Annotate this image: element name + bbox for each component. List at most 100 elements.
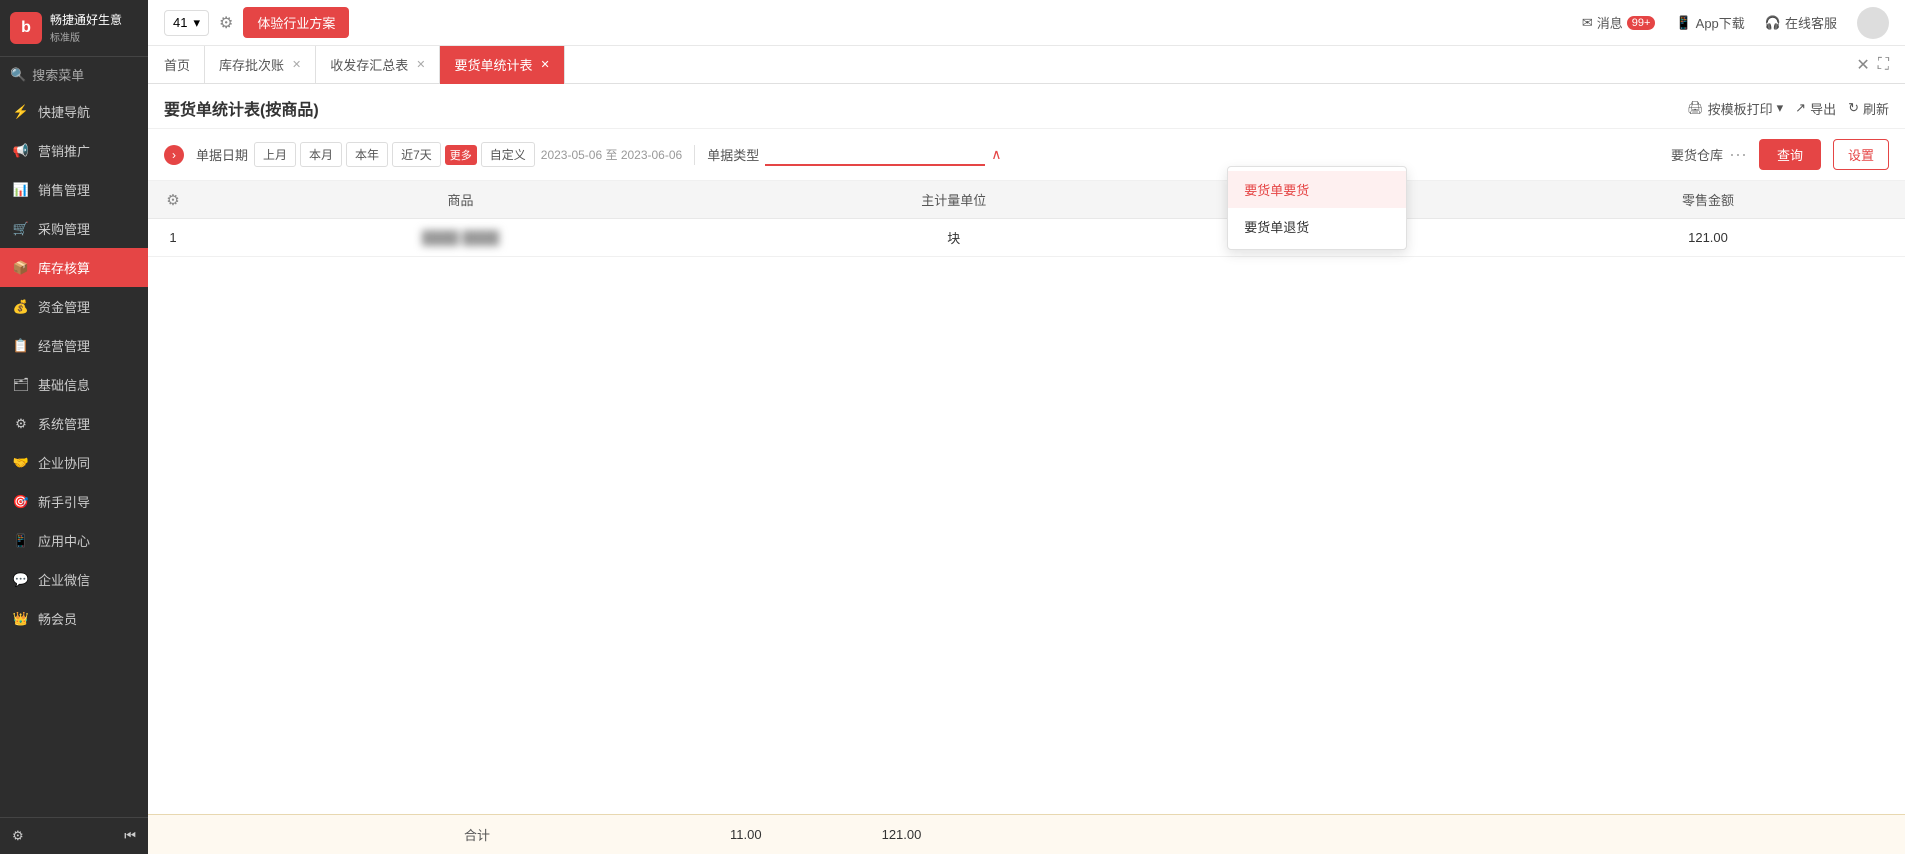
messages-item[interactable]: ✉ 消息 99+ <box>1582 13 1656 32</box>
sidebar-item-basic[interactable]: 🗂 基础信息 <box>0 365 148 404</box>
export-btn[interactable]: ↗ 导出 <box>1795 99 1836 118</box>
tab-order-stats-close[interactable]: ✕ <box>541 58 550 71</box>
print-label: 按模板打印 <box>1708 99 1773 118</box>
sidebar-item-purchase[interactable]: 🛒 采购管理 <box>0 209 148 248</box>
refresh-btn[interactable]: ↻ 刷新 <box>1848 99 1889 118</box>
sidebar-item-apps[interactable]: 📱 应用中心 <box>0 521 148 560</box>
warehouse-more-icon[interactable]: ··· <box>1729 144 1747 165</box>
wechat-icon: 💬 <box>12 572 30 588</box>
this-year-btn[interactable]: 本年 <box>346 142 388 167</box>
topbar-left: 41 ▾ ⚙ 体验行业方案 <box>164 7 349 38</box>
sidebar-search[interactable]: 🔍 搜索菜单 <box>0 57 148 92</box>
type-dropdown-icon[interactable]: ∧ <box>991 146 1001 163</box>
footer-amount: 121.00 <box>822 827 982 842</box>
avatar[interactable] <box>1857 7 1889 39</box>
print-btn[interactable]: 🖨 按模板打印 ▾ <box>1687 99 1783 118</box>
page-title: 要货单统计表(按商品) <box>164 96 319 120</box>
online-service-item[interactable]: 🎧 在线客服 <box>1765 13 1837 32</box>
export-icon: ↗ <box>1795 100 1806 116</box>
date-filter-group: 单据日期 上月 本月 本年 近7天 更多 自定义 2023-05-06 至 20… <box>196 142 682 167</box>
sidebar-item-label: 经营管理 <box>38 336 90 355</box>
sidebar-item-label: 应用中心 <box>38 531 90 550</box>
messages-badge: 99+ <box>1627 16 1656 30</box>
messages-label: 消息 <box>1597 13 1623 32</box>
tab-home[interactable]: 首页 <box>164 46 205 84</box>
sidebar-item-inventory[interactable]: 📦 库存核算 <box>0 248 148 287</box>
custom-date-btn[interactable]: 自定义 <box>481 142 535 167</box>
sidebar-item-marketing[interactable]: 📢 营销推广 <box>0 131 148 170</box>
warehouse-filter-label: 要货仓库 <box>1671 145 1723 164</box>
apps-icon: 📱 <box>12 533 30 549</box>
type-filter-label: 单据类型 <box>707 145 759 164</box>
tab-inventory-batch-label: 库存批次账 <box>219 55 284 74</box>
footer-total-label: 合计 <box>404 825 550 844</box>
sidebar-item-guide[interactable]: 🎯 新手引导 <box>0 482 148 521</box>
sidebar-item-quick-nav[interactable]: ⚡ 快捷导航 <box>0 92 148 131</box>
date-range-text: 2023-05-06 至 2023-06-06 <box>541 146 682 163</box>
basic-icon: 🗂 <box>12 377 30 393</box>
dropdown-item-require-order[interactable]: 要货单要货 <box>1228 171 1406 208</box>
headset-icon: 🎧 <box>1765 15 1781 31</box>
query-btn[interactable]: 查询 <box>1759 139 1821 170</box>
sidebar-settings-icon[interactable]: ⚙ <box>12 828 24 844</box>
td-amount: 121.00 <box>1511 219 1905 257</box>
purchase-icon: 🛒 <box>12 221 30 237</box>
content: 要货单统计表(按商品) 🖨 按模板打印 ▾ ↗ 导出 ↻ 刷新 <box>148 84 1905 854</box>
sidebar-item-label: 资金管理 <box>38 297 90 316</box>
sidebar-item-operations[interactable]: 📋 经营管理 <box>0 326 148 365</box>
sidebar-item-sales[interactable]: 📊 销售管理 <box>0 170 148 209</box>
sidebar-collapse-icon[interactable]: ⏮ <box>124 828 136 844</box>
last-month-btn[interactable]: 上月 <box>254 142 296 167</box>
sidebar-item-system[interactable]: ⚙ 系统管理 <box>0 404 148 443</box>
page-actions: 🖨 按模板打印 ▾ ↗ 导出 ↻ 刷新 <box>1687 99 1889 118</box>
store-selector[interactable]: 41 ▾ <box>164 10 209 36</box>
filter-settings-btn[interactable]: 设置 <box>1833 139 1889 170</box>
tab-inventory-batch-close[interactable]: ✕ <box>292 58 301 71</box>
message-icon: ✉ <box>1582 15 1593 31</box>
table-container: ⚙ 商品 主计量单位 主数量 零售金额 1 ████ ████ <box>148 181 1905 814</box>
tab-receive-summary-close[interactable]: ✕ <box>416 58 425 71</box>
tabs-close-all-icon[interactable]: ✕ <box>1856 55 1869 75</box>
refresh-icon: ↻ <box>1848 100 1859 116</box>
sidebar-item-label: 营销推广 <box>38 141 90 160</box>
this-month-btn[interactable]: 本月 <box>300 142 342 167</box>
tabbar-actions: ✕ ⛶ <box>1856 55 1889 75</box>
tab-receive-summary[interactable]: 收发存汇总表 ✕ <box>316 46 440 84</box>
enterprise-icon: 🤝 <box>12 455 30 471</box>
type-filter-input[interactable] <box>765 143 985 166</box>
sales-icon: 📊 <box>12 182 30 198</box>
phone-icon: 📱 <box>1675 15 1691 31</box>
more-date-badge[interactable]: 更多 <box>445 145 477 165</box>
tab-inventory-batch[interactable]: 库存批次账 ✕ <box>205 46 316 84</box>
th-product: 商品 <box>198 181 723 219</box>
last-7days-btn[interactable]: 近7天 <box>392 142 441 167</box>
sidebar-item-enterprise[interactable]: 🤝 企业协同 <box>0 443 148 482</box>
main-area: 41 ▾ ⚙ 体验行业方案 ✉ 消息 99+ 📱 App下载 🎧 在线客服 <box>148 0 1905 854</box>
sidebar-item-vip[interactable]: 👑 畅会员 <box>0 599 148 638</box>
export-label: 导出 <box>1810 99 1836 118</box>
type-filter-group: 单据类型 ∧ 要货单要货 要货单退货 <box>707 143 1659 166</box>
sidebar-item-wechat[interactable]: 💬 企业微信 <box>0 560 148 599</box>
trial-btn[interactable]: 体验行业方案 <box>243 7 349 38</box>
table-header-row: ⚙ 商品 主计量单位 主数量 零售金额 <box>148 181 1905 219</box>
dropdown-item-require-return[interactable]: 要货单退货 <box>1228 208 1406 245</box>
vip-icon: 👑 <box>12 611 30 627</box>
app-download-item[interactable]: 📱 App下载 <box>1675 13 1744 32</box>
tab-order-stats[interactable]: 要货单统计表 ✕ <box>440 46 564 84</box>
tabs-expand-icon[interactable]: ⛶ <box>1878 56 1889 74</box>
sidebar-item-finance[interactable]: 💰 资金管理 <box>0 287 148 326</box>
table-row: 1 ████ ████ 块 11.00 121.00 <box>148 219 1905 257</box>
operations-icon: 📋 <box>12 338 30 354</box>
logo-sub: 标准版 <box>50 29 122 44</box>
marketing-icon: 📢 <box>12 143 30 159</box>
sidebar-bottom: ⚙ ⏮ <box>0 817 148 854</box>
td-index: 1 <box>148 219 198 257</box>
filter-expand-icon[interactable]: › <box>164 145 184 165</box>
topbar-settings-icon[interactable]: ⚙ <box>219 13 233 33</box>
sidebar-item-label: 采购管理 <box>38 219 90 238</box>
chevron-down-icon: ▾ <box>193 15 200 31</box>
tab-receive-summary-label: 收发存汇总表 <box>330 55 408 74</box>
print-icon: 🖨 <box>1687 100 1704 116</box>
table-settings-icon[interactable]: ⚙ <box>166 192 179 209</box>
page-header: 要货单统计表(按商品) 🖨 按模板打印 ▾ ↗ 导出 ↻ 刷新 <box>148 84 1905 129</box>
